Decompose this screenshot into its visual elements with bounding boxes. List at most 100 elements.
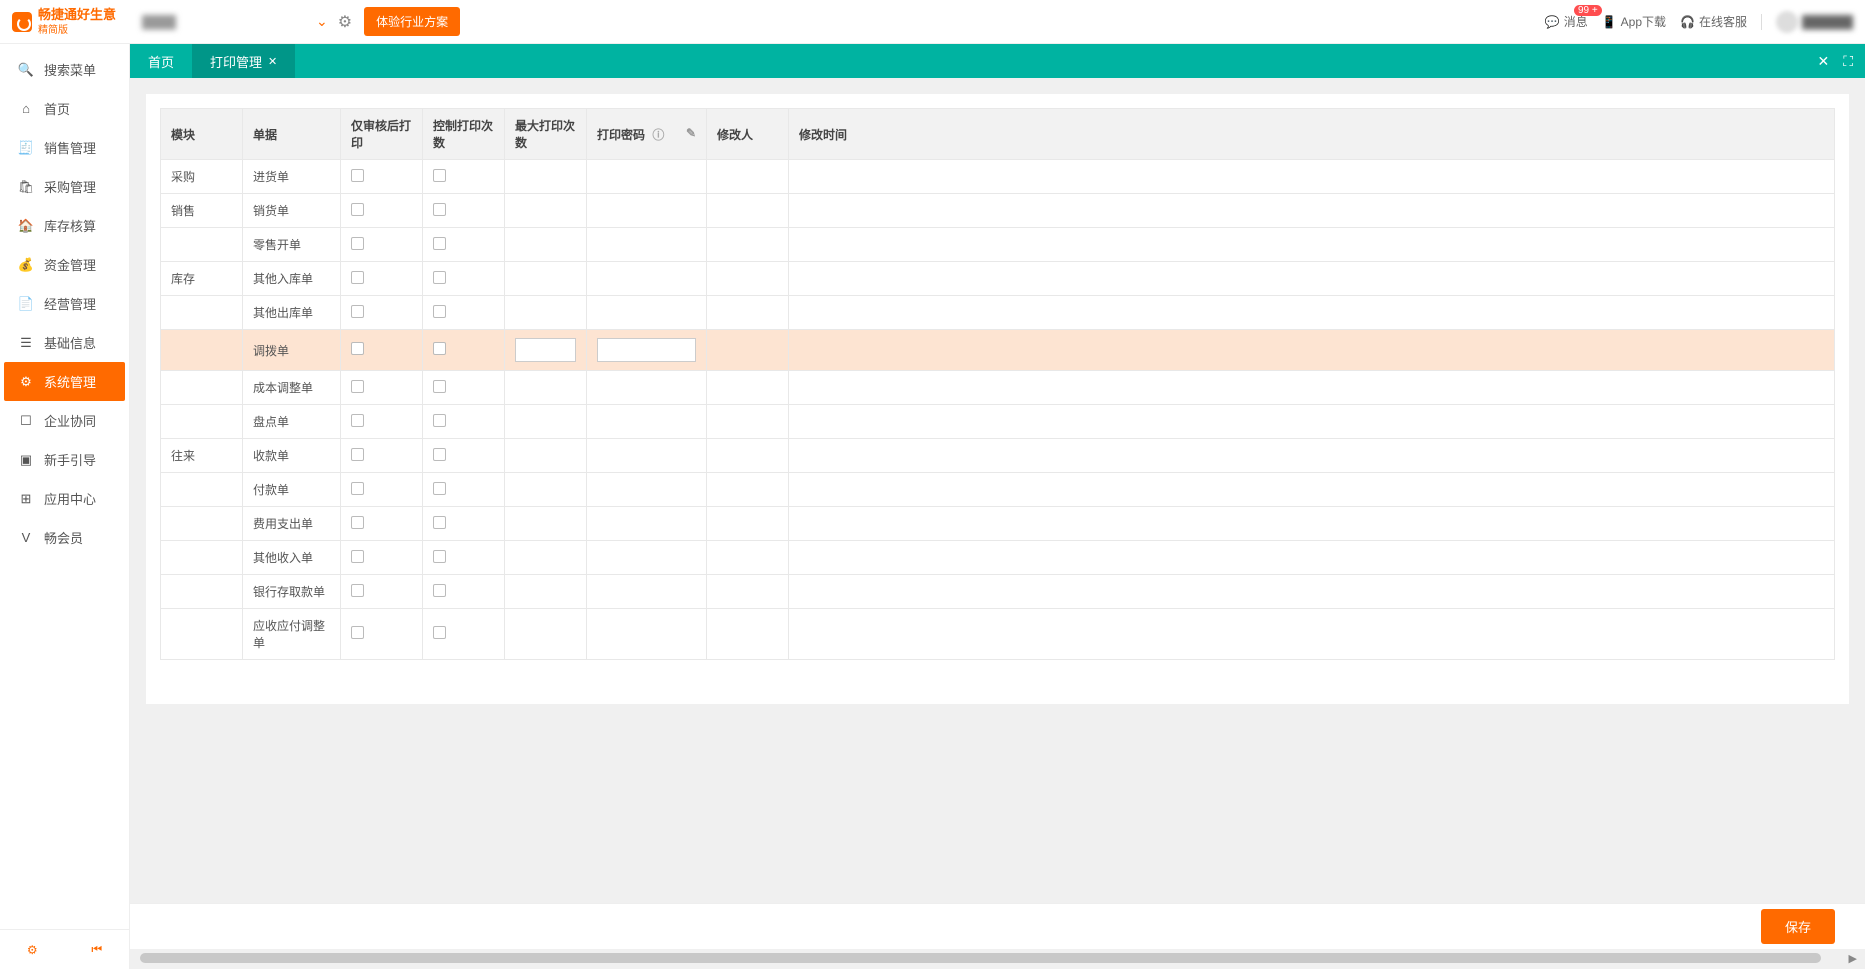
sidebar-item-system[interactable]: ⚙系统管理 bbox=[4, 362, 125, 401]
checkbox[interactable] bbox=[351, 169, 364, 182]
gear-icon[interactable]: ⚙ bbox=[338, 12, 352, 32]
checkbox[interactable] bbox=[433, 305, 446, 318]
checkbox[interactable] bbox=[433, 342, 446, 355]
sidebar-item-search-menu[interactable]: 🔍搜索菜单 bbox=[0, 50, 129, 89]
online-service-link[interactable]: 🎧 在线客服 bbox=[1680, 13, 1747, 30]
settings-icon[interactable]: ⚙ bbox=[27, 943, 38, 957]
user-menu[interactable]: ██████ bbox=[1776, 11, 1853, 33]
table-row[interactable]: 其他出库单 bbox=[161, 296, 1835, 330]
checkbox[interactable] bbox=[351, 203, 364, 216]
table-row[interactable]: 应收应付调整单 bbox=[161, 609, 1835, 660]
save-button[interactable]: 保存 bbox=[1761, 909, 1835, 944]
sidebar-item-collab[interactable]: ☐企业协同 bbox=[0, 401, 129, 440]
checkbox[interactable] bbox=[433, 203, 446, 216]
table-row[interactable]: 销售销货单 bbox=[161, 194, 1835, 228]
cell-module bbox=[161, 473, 243, 507]
sidebar-item-label: 销售管理 bbox=[44, 138, 96, 157]
checkbox[interactable] bbox=[433, 380, 446, 393]
checkbox[interactable] bbox=[433, 516, 446, 529]
table-row[interactable]: 往来收款单 bbox=[161, 439, 1835, 473]
table-row[interactable]: 采购进货单 bbox=[161, 160, 1835, 194]
checkbox[interactable] bbox=[351, 584, 364, 597]
cell-modified-at bbox=[789, 194, 1835, 228]
print-password-input[interactable] bbox=[597, 338, 696, 362]
close-all-icon[interactable]: ✕ bbox=[1817, 53, 1829, 70]
purchase-icon: 🛍 bbox=[18, 179, 34, 195]
cell-module: 采购 bbox=[161, 160, 243, 194]
checkbox[interactable] bbox=[351, 305, 364, 318]
table-row[interactable]: 成本调整单 bbox=[161, 371, 1835, 405]
cell-module bbox=[161, 541, 243, 575]
sidebar-item-basic-info[interactable]: ☰基础信息 bbox=[0, 323, 129, 362]
checkbox[interactable] bbox=[433, 271, 446, 284]
checkbox[interactable] bbox=[433, 448, 446, 461]
cell-max bbox=[505, 541, 587, 575]
checkbox[interactable] bbox=[351, 482, 364, 495]
sidebar-item-sales[interactable]: 🧾 销售管理 bbox=[0, 128, 129, 167]
checkbox[interactable] bbox=[433, 414, 446, 427]
checkbox[interactable] bbox=[351, 516, 364, 529]
scrollbar-thumb[interactable] bbox=[140, 953, 1821, 963]
cell-password bbox=[587, 228, 707, 262]
max-print-input[interactable] bbox=[515, 338, 576, 362]
table-row[interactable]: 调拨单 bbox=[161, 330, 1835, 371]
checkbox[interactable] bbox=[351, 342, 364, 355]
sidebar-item-vip[interactable]: V畅会员 bbox=[0, 518, 129, 557]
scroll-right-icon[interactable]: ▶ bbox=[1849, 952, 1857, 965]
checkbox[interactable] bbox=[351, 414, 364, 427]
app-download-link[interactable]: 📱 App下载 bbox=[1602, 13, 1666, 30]
cell-audit bbox=[341, 507, 423, 541]
sidebar-item-purchase[interactable]: 🛍采购管理 bbox=[0, 167, 129, 206]
checkbox[interactable] bbox=[433, 169, 446, 182]
checkbox[interactable] bbox=[351, 380, 364, 393]
table-row[interactable]: 费用支出单 bbox=[161, 507, 1835, 541]
checkbox[interactable] bbox=[351, 550, 364, 563]
checkbox[interactable] bbox=[433, 482, 446, 495]
sidebar-item-guide[interactable]: ▣新手引导 bbox=[0, 440, 129, 479]
footer-bar: 保存 bbox=[130, 903, 1865, 949]
tab-label: 首页 bbox=[148, 52, 174, 71]
cell-control bbox=[423, 473, 505, 507]
help-icon[interactable]: ⓘ bbox=[652, 128, 664, 142]
close-icon[interactable]: ✕ bbox=[268, 55, 277, 68]
tab-打印管理[interactable]: 打印管理✕ bbox=[192, 44, 295, 78]
table-row[interactable]: 库存其他入库单 bbox=[161, 262, 1835, 296]
cell-modified-at bbox=[789, 609, 1835, 660]
cell-module: 往来 bbox=[161, 439, 243, 473]
cell-audit bbox=[341, 330, 423, 371]
checkbox[interactable] bbox=[351, 448, 364, 461]
cell-module bbox=[161, 228, 243, 262]
checkbox[interactable] bbox=[433, 237, 446, 250]
table-row[interactable]: 付款单 bbox=[161, 473, 1835, 507]
chevron-down-icon[interactable]: ⌄ bbox=[316, 13, 328, 30]
horizontal-scrollbar[interactable]: ▶ bbox=[140, 953, 1855, 963]
table-row[interactable]: 零售开单 bbox=[161, 228, 1835, 262]
tab-首页[interactable]: 首页 bbox=[130, 44, 192, 78]
sidebar-item-funds[interactable]: 💰资金管理 bbox=[0, 245, 129, 284]
print-management-card: 模块 单据 仅审核后打印 控制打印次数 最大打印次数 打印密码 ⓘ ✎ bbox=[146, 94, 1849, 704]
cell-modified-at bbox=[789, 575, 1835, 609]
sidebar-item-apps[interactable]: ⊞应用中心 bbox=[0, 479, 129, 518]
industry-plan-button[interactable]: 体验行业方案 bbox=[364, 7, 460, 36]
table-row[interactable]: 其他收入单 bbox=[161, 541, 1835, 575]
sales-icon: 🧾 bbox=[18, 140, 34, 156]
headset-icon: 🎧 bbox=[1680, 15, 1695, 29]
fullscreen-icon[interactable]: ⛶ bbox=[1843, 53, 1853, 70]
sidebar-item-home[interactable]: ⌂首页 bbox=[0, 89, 129, 128]
messages-link[interactable]: 💬 消息 99 + bbox=[1545, 13, 1588, 30]
checkbox[interactable] bbox=[351, 626, 364, 639]
edit-icon[interactable]: ✎ bbox=[686, 126, 696, 140]
checkbox[interactable] bbox=[351, 271, 364, 284]
checkbox[interactable] bbox=[433, 550, 446, 563]
checkbox[interactable] bbox=[433, 584, 446, 597]
sidebar-item-business[interactable]: 📄经营管理 bbox=[0, 284, 129, 323]
sidebar-item-inventory[interactable]: 🏠库存核算 bbox=[0, 206, 129, 245]
table-row[interactable]: 银行存取款单 bbox=[161, 575, 1835, 609]
table-row[interactable]: 盘点单 bbox=[161, 405, 1835, 439]
org-selector[interactable]: ████ bbox=[142, 15, 176, 29]
cell-modifier bbox=[707, 296, 789, 330]
search-menu-icon: 🔍 bbox=[18, 62, 34, 78]
collapse-icon[interactable]: ⏮ bbox=[91, 942, 102, 957]
checkbox[interactable] bbox=[351, 237, 364, 250]
checkbox[interactable] bbox=[433, 626, 446, 639]
